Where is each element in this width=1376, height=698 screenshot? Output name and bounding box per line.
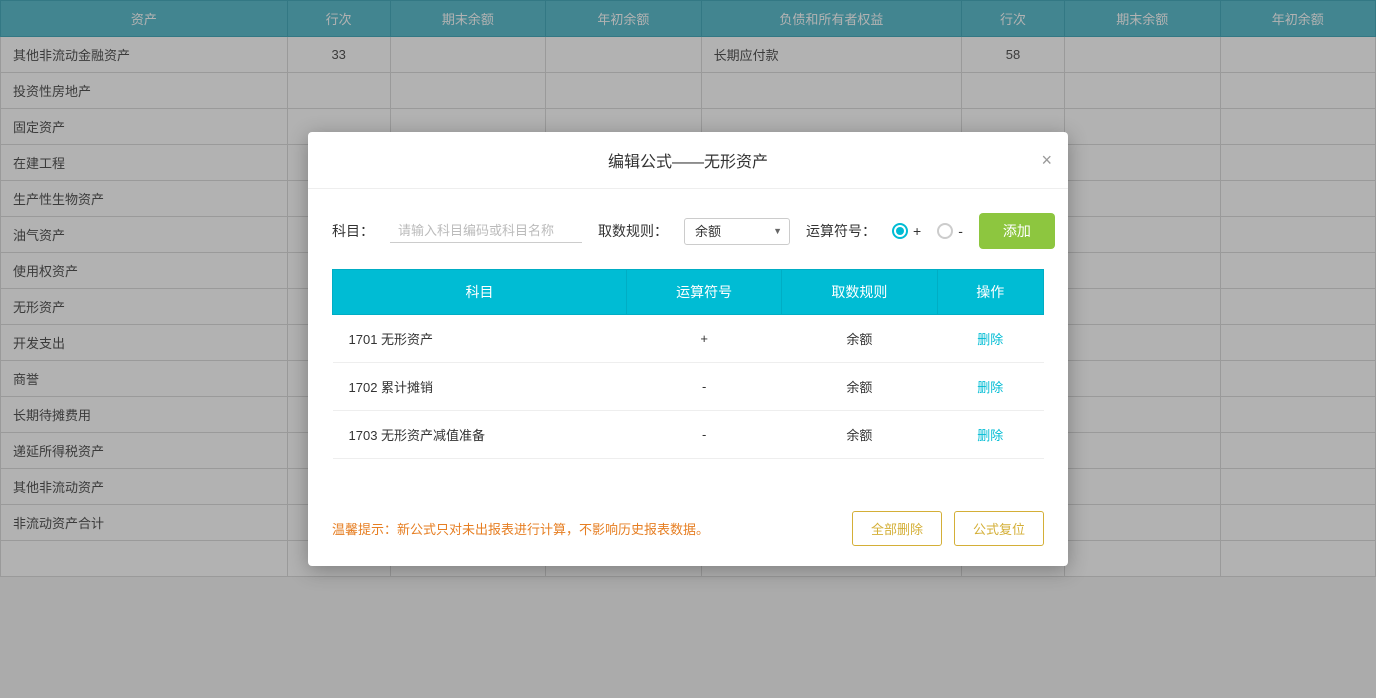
radio-plus-indicator xyxy=(892,223,908,239)
subject-input[interactable] xyxy=(390,219,582,243)
formula-action-cell: 删除 xyxy=(937,315,1043,363)
delete-row-button[interactable]: 删除 xyxy=(977,425,1003,444)
subject-label: 科目： xyxy=(332,221,374,241)
operator-minus-radio[interactable]: - xyxy=(937,223,963,239)
rule-select-wrapper[interactable]: 余额 借方 贷方 借方发生额 贷方发生额 xyxy=(684,218,790,245)
operator-label: 运算符号： xyxy=(806,221,876,241)
formula-operator-cell: - xyxy=(627,411,782,459)
delete-row-button[interactable]: 删除 xyxy=(977,329,1003,348)
col-operator: 运算符号 xyxy=(627,270,782,315)
edit-formula-modal: 编辑公式——无形资产 × 科目： 取数规则： 余额 借方 贷方 借方发生额 xyxy=(308,132,1068,566)
modal-close-button[interactable]: × xyxy=(1041,151,1052,169)
formula-rule-cell: 余额 xyxy=(782,363,937,411)
col-subject: 科目 xyxy=(333,270,627,315)
formula-operator-cell: + xyxy=(627,315,782,363)
formula-rule-cell: 余额 xyxy=(782,411,937,459)
footer-hint: 温馨提示：新公式只对未出报表进行计算，不影响历史报表数据。 xyxy=(332,519,709,538)
modal-footer: 温馨提示：新公式只对未出报表进行计算，不影响历史报表数据。 全部删除 公式复位 xyxy=(308,499,1068,566)
modal-title: 编辑公式——无形资产 xyxy=(608,148,768,172)
formula-table-row: 1702 累计摊销-余额 删除 xyxy=(333,363,1044,411)
formula-subject-cell: 1703 无形资产减值准备 xyxy=(333,411,627,459)
footer-buttons: 全部删除 公式复位 xyxy=(852,511,1044,546)
formula-table-row: 1701 无形资产+余额 删除 xyxy=(333,315,1044,363)
modal-overlay: 编辑公式——无形资产 × 科目： 取数规则： 余额 借方 贷方 借方发生额 xyxy=(0,0,1376,698)
operator-plus-label: + xyxy=(913,223,921,239)
formula-subject-cell: 1702 累计摊销 xyxy=(333,363,627,411)
radio-minus-indicator xyxy=(937,223,953,239)
rule-select[interactable]: 余额 借方 贷方 借方发生额 贷方发生额 xyxy=(684,218,790,245)
col-rule: 取数规则 xyxy=(782,270,937,315)
modal-header: 编辑公式——无形资产 × xyxy=(308,132,1068,189)
rule-label: 取数规则： xyxy=(598,221,668,241)
formula-action-cell: 删除 xyxy=(937,411,1043,459)
formula-form-row: 科目： 取数规则： 余额 借方 贷方 借方发生额 贷方发生额 运算符号： xyxy=(332,213,1044,249)
delete-row-button[interactable]: 删除 xyxy=(977,377,1003,396)
add-button[interactable]: 添加 xyxy=(979,213,1055,249)
formula-operator-cell: - xyxy=(627,363,782,411)
formula-table-row: 1703 无形资产减值准备-余额 删除 xyxy=(333,411,1044,459)
col-action: 操作 xyxy=(937,270,1043,315)
formula-table: 科目 运算符号 取数规则 操作 1701 无形资产+余额删除1702 累计摊销-… xyxy=(332,269,1044,459)
modal-body: 科目： 取数规则： 余额 借方 贷方 借方发生额 贷方发生额 运算符号： xyxy=(308,189,1068,499)
formula-rule-cell: 余额 xyxy=(782,315,937,363)
formula-table-header-row: 科目 运算符号 取数规则 操作 xyxy=(333,270,1044,315)
operator-radio-group: + - xyxy=(892,223,963,239)
formula-action-cell: 删除 xyxy=(937,363,1043,411)
formula-subject-cell: 1701 无形资产 xyxy=(333,315,627,363)
background-wrapper: 资产 行次 期末余额 年初余额 负债和所有者权益 行次 期末余额 年初余额 其他… xyxy=(0,0,1376,698)
delete-all-button[interactable]: 全部删除 xyxy=(852,511,942,546)
operator-plus-radio[interactable]: + xyxy=(892,223,921,239)
operator-minus-label: - xyxy=(958,223,963,239)
reset-formula-button[interactable]: 公式复位 xyxy=(954,511,1044,546)
